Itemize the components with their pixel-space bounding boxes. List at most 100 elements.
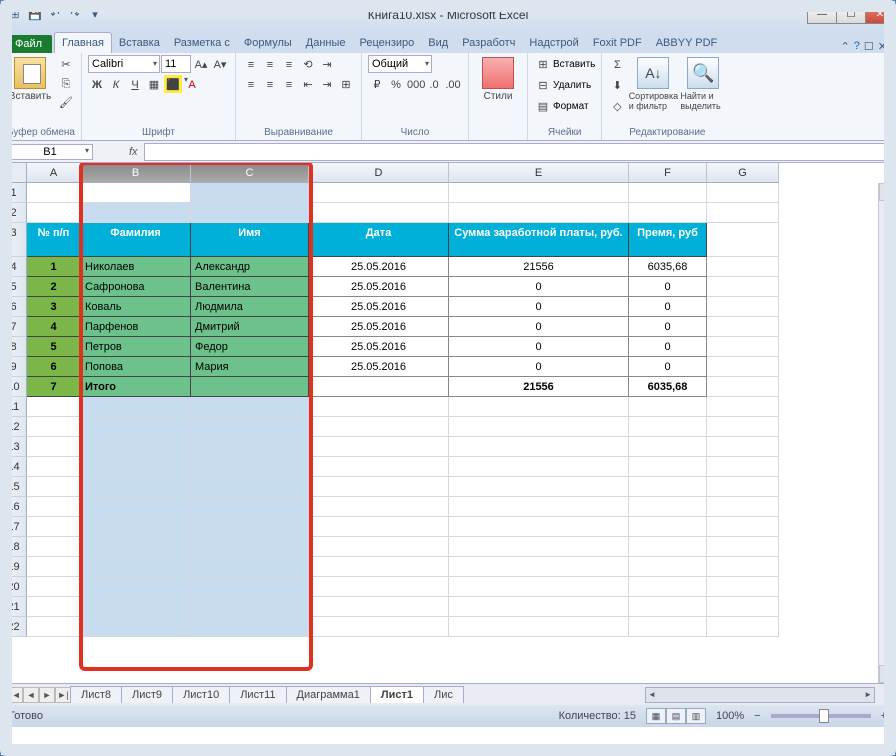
cell-g15[interactable] [707,477,779,497]
clear-icon[interactable]: ◇ [608,97,626,115]
cell-g6[interactable] [707,297,779,317]
cell-g17[interactable] [707,517,779,537]
cell-g16[interactable] [707,497,779,517]
cell-d21[interactable] [309,597,449,617]
align-middle-icon[interactable]: ≡ [261,55,279,73]
row-header-13[interactable]: 13 [1,437,27,457]
cell-sal-8[interactable]: 0 [449,337,629,357]
tab-home[interactable]: Главная [54,32,112,53]
cell-a11[interactable] [27,397,81,417]
cell-num-4[interactable]: 1 [27,257,81,277]
cell-sal-9[interactable]: 0 [449,357,629,377]
tab-foxit[interactable]: Foxit PDF [586,33,649,53]
header-lastname[interactable]: Фамилия [81,223,191,257]
cell-e18[interactable] [449,537,629,557]
bold-button[interactable]: Ж [88,75,106,93]
cell-c19[interactable] [191,557,309,577]
vertical-scrollbar[interactable] [878,183,895,683]
insert-cells-icon[interactable]: ⊞ [534,55,552,73]
cell-bon-8[interactable]: 0 [629,337,707,357]
increase-indent-icon[interactable]: ⇥ [318,75,336,93]
cell-e21[interactable] [449,597,629,617]
align-right-icon[interactable]: ≡ [280,75,298,93]
font-size-combo[interactable]: 11 [161,55,191,73]
row-header-1[interactable]: 1 [1,183,27,203]
cell-f19[interactable] [629,557,707,577]
align-bottom-icon[interactable]: ≡ [280,55,298,73]
worksheet-grid[interactable]: A B C D E F G 123№ п/пФамилияИмяДатаСумм… [1,163,895,683]
redo-icon[interactable]: ↷ [67,7,83,23]
sheet-tab-Лис[interactable]: Лис [423,686,464,703]
paste-button[interactable]: Вставить [7,55,53,102]
cell-d13[interactable] [309,437,449,457]
cell-d16[interactable] [309,497,449,517]
cell-num-5[interactable]: 2 [27,277,81,297]
header-firstname[interactable]: Имя [191,223,309,257]
tab-developer[interactable]: Разработч [455,33,522,53]
row-header-4[interactable]: 4 [1,257,27,277]
row-header-19[interactable]: 19 [1,557,27,577]
cell-g18[interactable] [707,537,779,557]
cell-g8[interactable] [707,337,779,357]
row-header-10[interactable]: 10 [1,377,27,397]
decrease-indent-icon[interactable]: ⇤ [299,75,317,93]
cell-sal-7[interactable]: 0 [449,317,629,337]
col-header-c[interactable]: C [191,163,309,183]
cell-last-5[interactable]: Сафронова [81,277,191,297]
italic-button[interactable]: К [107,75,125,93]
row-header-14[interactable]: 14 [1,457,27,477]
tab-data[interactable]: Данные [299,33,353,53]
cell-g10[interactable] [707,377,779,397]
cell-a17[interactable] [27,517,81,537]
cell-last-9[interactable]: Попова [81,357,191,377]
row-header-11[interactable]: 11 [1,397,27,417]
cell-f20[interactable] [629,577,707,597]
cell-b22[interactable] [81,617,191,637]
cell-d19[interactable] [309,557,449,577]
cell-b20[interactable] [81,577,191,597]
cell-b14[interactable] [81,457,191,477]
format-cells-icon[interactable]: ▤ [534,97,552,115]
close-button[interactable] [865,6,895,24]
cell-g3[interactable] [707,223,779,257]
cell-date-8[interactable]: 25.05.2016 [309,337,449,357]
cell-a14[interactable] [27,457,81,477]
cell-f17[interactable] [629,517,707,537]
delete-cells-icon[interactable]: ⊟ [534,76,552,94]
cell-c14[interactable] [191,457,309,477]
fx-icon[interactable]: fx [129,146,138,158]
grow-font-icon[interactable]: A▴ [192,55,210,73]
cell-g21[interactable] [707,597,779,617]
help-icon[interactable]: ? [854,40,860,53]
row-header-20[interactable]: 20 [1,577,27,597]
fill-color-button[interactable]: ⬛ [164,75,182,93]
cell-g12[interactable] [707,417,779,437]
cell-a18[interactable] [27,537,81,557]
col-header-f[interactable]: F [629,163,707,183]
header-date[interactable]: Дата [309,223,449,257]
cell-b19[interactable] [81,557,191,577]
cell-total-sal[interactable]: 21556 [449,377,629,397]
undo-icon[interactable]: ↶ [47,7,63,23]
percent-icon[interactable]: % [387,75,405,93]
zoom-slider[interactable] [771,714,871,718]
border-button[interactable]: ▦ [145,75,163,93]
minimize-button[interactable] [807,6,837,24]
cell-num-7[interactable]: 4 [27,317,81,337]
tab-formulas[interactable]: Формулы [237,33,299,53]
cell-d18[interactable] [309,537,449,557]
cell-date-9[interactable]: 25.05.2016 [309,357,449,377]
cell-d20[interactable] [309,577,449,597]
merge-icon[interactable]: ⊞ [337,75,355,93]
comma-icon[interactable]: 000 [406,75,424,93]
cell-g20[interactable] [707,577,779,597]
cell-num-6[interactable]: 3 [27,297,81,317]
cell-e2[interactable] [449,203,629,223]
row-header-8[interactable]: 8 [1,337,27,357]
cell-g14[interactable] [707,457,779,477]
cell-f14[interactable] [629,457,707,477]
zoom-level[interactable]: 100% [716,710,744,722]
header-salary[interactable]: Сумма заработной платы, руб. [449,223,629,257]
tab-layout[interactable]: Разметка с [167,33,237,53]
cell-d11[interactable] [309,397,449,417]
